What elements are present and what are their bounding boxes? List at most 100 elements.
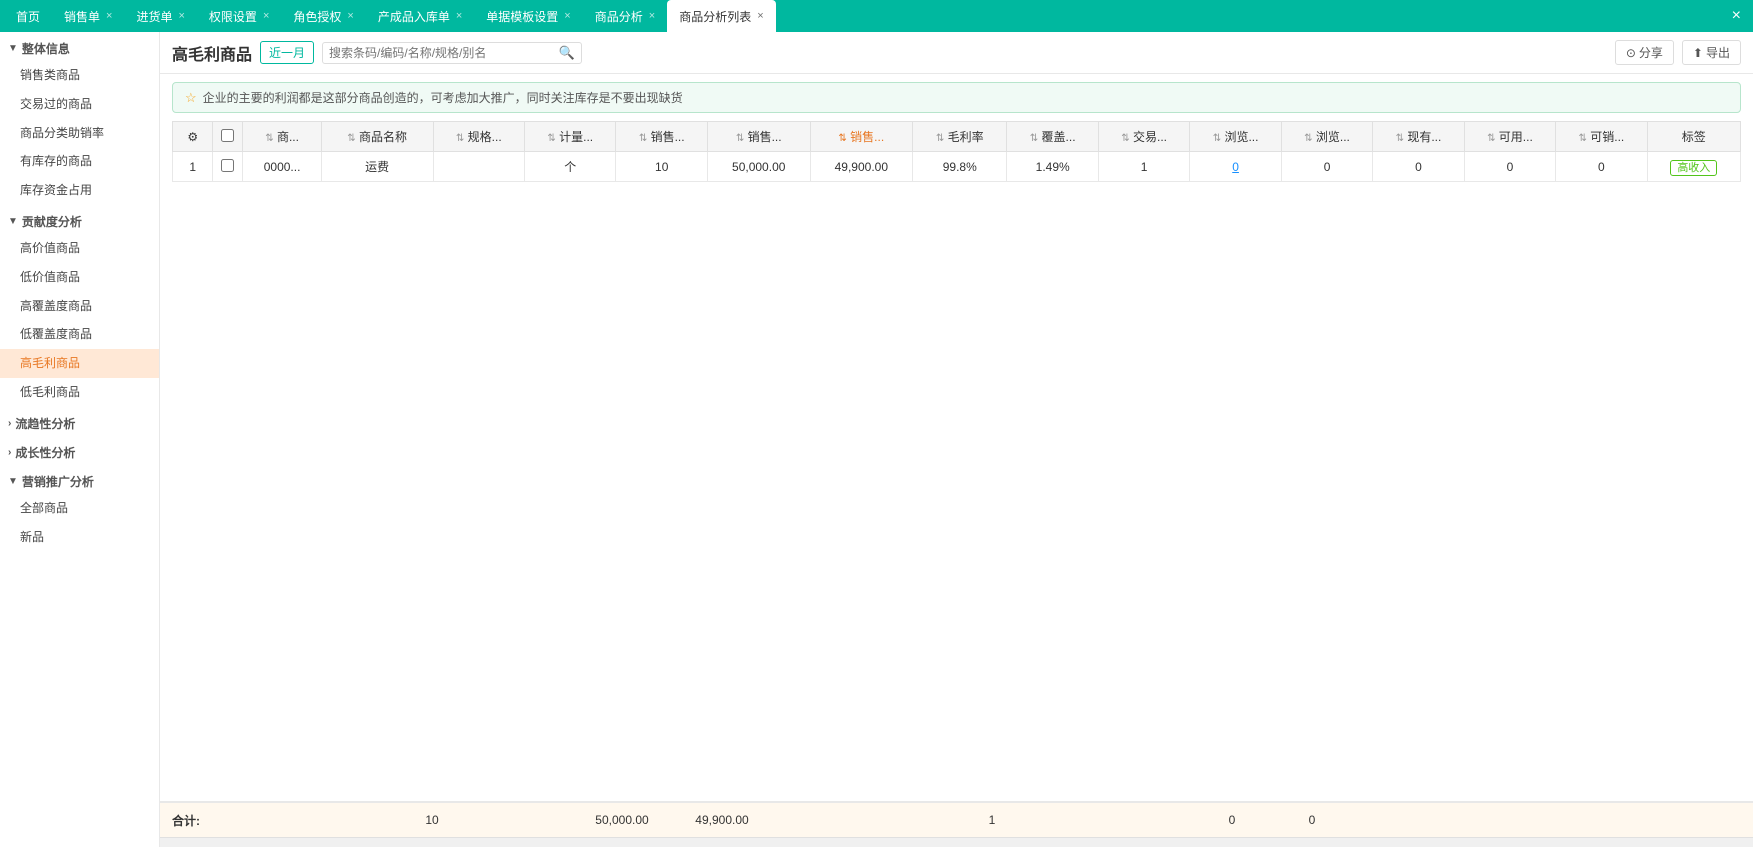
col-code[interactable]: ⇅ 商... xyxy=(243,122,321,152)
sort-icon-code: ⇅ xyxy=(265,133,273,144)
sidebar-item-low-margin[interactable]: 低毛利商品 xyxy=(0,378,159,407)
nav-product-analysis-list[interactable]: 商品分析列表 × xyxy=(667,0,775,32)
col-sales-profit[interactable]: ⇅ 销售... xyxy=(810,122,913,152)
nav-permissions[interactable]: 权限设置 × xyxy=(197,0,281,32)
sidebar-item-low-value[interactable]: 低价值商品 xyxy=(0,263,159,292)
sidebar-item-category-sales-rate[interactable]: 商品分类助销率 xyxy=(0,119,159,148)
col-sales-amount[interactable]: ⇅ 销售... xyxy=(707,122,810,152)
sidebar-item-new-goods[interactable]: 新品 xyxy=(0,523,159,552)
cell-code[interactable]: 0000... xyxy=(243,152,321,182)
window-close-button[interactable]: × xyxy=(1724,7,1749,25)
sidebar-item-high-coverage[interactable]: 高覆盖度商品 xyxy=(0,292,159,321)
col-trade-count[interactable]: ⇅ 交易... xyxy=(1098,122,1189,152)
table-footer: 合计: 10 50,000.00 49,900.00 1 xyxy=(160,801,1753,837)
footer-browse-empty xyxy=(1032,813,1112,827)
cell-name: 运费 xyxy=(321,152,433,182)
sidebar-item-sales-goods[interactable]: 销售类商品 xyxy=(0,61,159,90)
sidebar-item-stock-capital[interactable]: 库存资金占用 xyxy=(0,176,159,205)
col-name[interactable]: ⇅ 商品名称 xyxy=(321,122,433,152)
arrow-growth: › xyxy=(8,447,11,458)
col-browse2[interactable]: ⇅ 浏览... xyxy=(1281,122,1372,152)
sidebar-item-all-goods[interactable]: 全部商品 xyxy=(0,494,159,523)
footer-current-stock: 0 xyxy=(1192,813,1272,827)
close-purchase-order[interactable]: × xyxy=(178,10,184,22)
sidebar-item-low-coverage[interactable]: 低覆盖度商品 xyxy=(0,320,159,349)
nav-purchase-order[interactable]: 进货单 × xyxy=(124,0,196,32)
col-coverage[interactable]: ⇅ 覆盖... xyxy=(1007,122,1098,152)
footer-cells: 10 50,000.00 49,900.00 1 0 xyxy=(292,813,1741,827)
tag-high-income: 高收入 xyxy=(1670,160,1717,176)
sidebar-group-marketing[interactable]: ▼ 营销推广分析 xyxy=(0,465,159,494)
col-spec[interactable]: ⇅ 规格... xyxy=(433,122,524,152)
col-unit[interactable]: ⇅ 计量... xyxy=(525,122,616,152)
footer-empty2 xyxy=(872,813,952,827)
nav-roles[interactable]: 角色授权 × xyxy=(281,0,365,32)
col-sales-qty[interactable]: ⇅ 销售... xyxy=(616,122,707,152)
sort-icon-cov: ⇅ xyxy=(1030,133,1038,144)
col-settings[interactable]: ⚙ xyxy=(173,122,213,152)
cell-checkbox[interactable] xyxy=(213,152,243,182)
search-icon[interactable]: 🔍 xyxy=(559,45,575,61)
sidebar-item-high-value[interactable]: 高价值商品 xyxy=(0,234,159,263)
nav-home[interactable]: 首页 xyxy=(4,0,52,32)
cell-unit: 个 xyxy=(525,152,616,182)
footer-browse-empty2 xyxy=(1112,813,1192,827)
nav-product-analysis[interactable]: 商品分析 × xyxy=(583,0,667,32)
sidebar-group-overall[interactable]: ▼ 整体信息 xyxy=(0,32,159,61)
col-sellable[interactable]: ⇅ 可销... xyxy=(1556,122,1647,152)
close-sales-order[interactable]: × xyxy=(106,10,112,22)
sort-icon-b2: ⇅ xyxy=(1304,133,1312,144)
sidebar-item-in-stock-goods[interactable]: 有库存的商品 xyxy=(0,147,159,176)
sidebar-group-growth[interactable]: › 成长性分析 xyxy=(0,436,159,465)
col-current-stock[interactable]: ⇅ 现有... xyxy=(1373,122,1464,152)
time-filter-button[interactable]: 近一月 xyxy=(260,41,314,64)
cell-trade-count: 1 xyxy=(1098,152,1189,182)
col-gross-margin[interactable]: ⇅ 毛利率 xyxy=(913,122,1007,152)
col-browse1[interactable]: ⇅ 浏览... xyxy=(1190,122,1281,152)
cell-sales-profit: 49,900.00 xyxy=(810,152,913,182)
cell-gross-margin: 99.8% xyxy=(913,152,1007,182)
sidebar-group-trend[interactable]: › 流趋性分析 xyxy=(0,407,159,436)
cell-browse1[interactable]: 0 xyxy=(1190,152,1281,182)
arrow-overall: ▼ xyxy=(8,43,18,54)
close-product-analysis[interactable]: × xyxy=(649,10,655,22)
cell-num: 1 xyxy=(173,152,213,182)
sidebar-toggle[interactable]: « xyxy=(159,420,160,460)
content-header: 高毛利商品 近一月 🔍 ⊙ 分享 ⬆ 导出 xyxy=(160,32,1753,74)
sidebar-group-contribution[interactable]: ▼ 贡献度分析 xyxy=(0,205,159,234)
close-permissions[interactable]: × xyxy=(263,10,269,22)
sort-icon-sa: ⇅ xyxy=(736,133,744,144)
info-banner: ☆ 企业的主要的利润都是这部分商品创造的，可考虑加大推广，同时关注库存是不要出现… xyxy=(172,82,1741,113)
footer-available: 0 xyxy=(1272,813,1352,827)
cell-sellable: 0 xyxy=(1556,152,1647,182)
sort-icon-name: ⇅ xyxy=(347,133,355,144)
sidebar-item-traded-goods[interactable]: 交易过的商品 xyxy=(0,90,159,119)
bottom-scrollbar[interactable] xyxy=(160,837,1753,847)
info-icon: ☆ xyxy=(185,90,197,106)
nav-product-inbound[interactable]: 产成品入库单 × xyxy=(366,0,474,32)
close-template-settings[interactable]: × xyxy=(564,10,570,22)
table-header-row: ⚙ ⇅ 商... ⇅ 商品名称 ⇅ xyxy=(173,122,1741,152)
sort-icon-b1: ⇅ xyxy=(1213,133,1221,144)
close-product-analysis-list[interactable]: × xyxy=(757,10,763,22)
export-button[interactable]: ⬆ 导出 xyxy=(1682,40,1741,65)
close-roles[interactable]: × xyxy=(347,10,353,22)
sort-icon-spec: ⇅ xyxy=(456,133,464,144)
select-all-checkbox[interactable] xyxy=(221,129,234,142)
row-checkbox[interactable] xyxy=(221,159,234,172)
close-product-inbound[interactable]: × xyxy=(456,10,462,22)
sort-icon-av: ⇅ xyxy=(1487,133,1495,144)
footer-label: 合计: xyxy=(172,812,292,829)
search-input[interactable] xyxy=(329,46,559,60)
col-tag: 标签 xyxy=(1647,122,1740,152)
arrow-trend: › xyxy=(8,418,11,429)
nav-sales-order[interactable]: 销售单 × xyxy=(52,0,124,32)
search-box: 🔍 xyxy=(322,42,582,64)
col-available[interactable]: ⇅ 可用... xyxy=(1464,122,1555,152)
cell-browse2: 0 xyxy=(1281,152,1372,182)
browse1-link[interactable]: 0 xyxy=(1232,160,1239,174)
share-button[interactable]: ⊙ 分享 xyxy=(1615,40,1674,65)
nav-template-settings[interactable]: 单据模板设置 × xyxy=(474,0,582,32)
table-row: 1 0000... 运费 个 10 50,000.00 49,900.00 99… xyxy=(173,152,1741,182)
sidebar-item-high-margin[interactable]: 高毛利商品 xyxy=(0,349,159,378)
